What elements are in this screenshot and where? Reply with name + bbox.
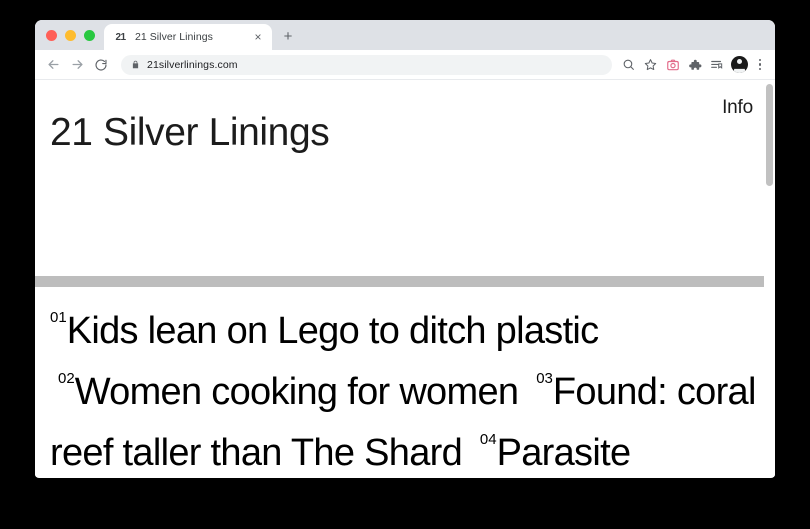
lock-icon [131, 59, 140, 70]
extensions-puzzle-icon[interactable] [684, 54, 705, 75]
bookmark-star-icon[interactable] [640, 54, 661, 75]
toolbar-actions [618, 54, 768, 75]
address-bar-url: 21silverlinings.com [147, 58, 238, 71]
page-scrollbar[interactable] [764, 80, 775, 477]
headline-number: 03 [536, 370, 553, 387]
info-link[interactable]: Info [722, 97, 753, 119]
headline-section: 01Kids lean on Lego to ditch plastic 02W… [35, 287, 775, 477]
page-scrollbar-thumb[interactable] [766, 84, 773, 186]
section-divider [35, 276, 775, 287]
tab-title: 21 Silver Linings [135, 31, 213, 43]
address-bar[interactable]: 21silverlinings.com [121, 54, 612, 75]
browser-window: 21 21 Silver Linings × + 21silverlinings… [35, 20, 775, 478]
browser-tab[interactable]: 21 21 Silver Linings × [104, 24, 272, 50]
headline-list: 01Kids lean on Lego to ditch plastic 02W… [50, 294, 757, 477]
tab-favicon-icon: 21 [115, 31, 127, 43]
tab-close-icon[interactable]: × [250, 29, 266, 45]
page-header: 21 Silver Linings Info [35, 80, 775, 276]
page-viewport: 21 Silver Linings Info 01Kids lean on Le… [35, 80, 775, 477]
headline-item[interactable]: 02Women cooking for women [50, 370, 519, 413]
headline-item[interactable]: 01Kids lean on Lego to ditch plastic [50, 309, 599, 352]
zoom-search-icon[interactable] [618, 54, 639, 75]
browser-toolbar: 21silverlinings.com [35, 50, 775, 80]
headline-text[interactable]: Kids lean on Lego to ditch plastic [67, 310, 599, 352]
window-close-button[interactable] [46, 30, 57, 41]
back-icon[interactable] [41, 53, 65, 77]
tab-strip: 21 21 Silver Linings × + [35, 20, 775, 50]
window-traffic-lights [35, 30, 104, 50]
forward-icon[interactable] [65, 53, 89, 77]
page-title: 21 Silver Linings [50, 111, 330, 155]
headline-number: 04 [479, 431, 497, 448]
window-zoom-button[interactable] [84, 30, 95, 41]
reading-list-icon[interactable] [706, 54, 727, 75]
screenshot-extension-icon[interactable] [662, 54, 683, 75]
headline-text[interactable]: Women cooking for women [75, 371, 519, 413]
new-tab-button[interactable]: + [275, 23, 301, 49]
reload-icon[interactable] [89, 53, 113, 77]
headline-number: 02 [58, 370, 75, 387]
browser-menu-icon[interactable] [752, 58, 768, 71]
window-minimize-button[interactable] [65, 30, 76, 41]
headline-number: 01 [50, 309, 67, 326]
profile-avatar[interactable] [731, 56, 748, 73]
